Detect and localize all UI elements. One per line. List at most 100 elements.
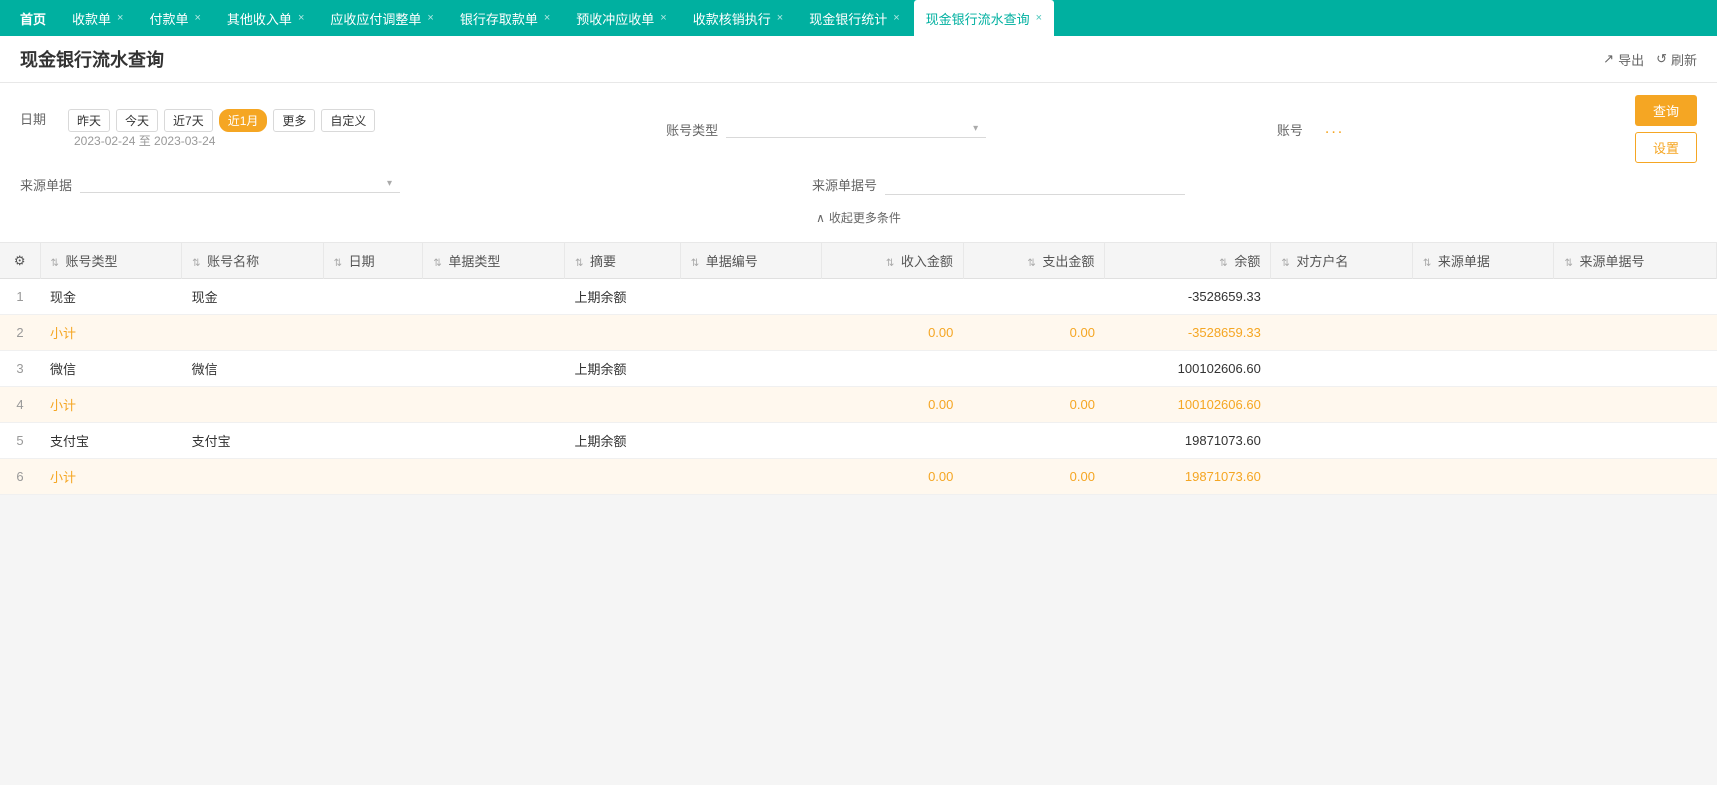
date-more-btn[interactable]: 更多 (273, 109, 315, 132)
td-voucher-no (680, 423, 822, 459)
td-source-voucher (1412, 351, 1554, 387)
header-row: ⚙ ⇅ 账号类型 ⇅ 账号名称 ⇅ 日期 ⇅ 单据类型 (0, 243, 1717, 279)
th-account-type[interactable]: ⇅ 账号类型 (40, 243, 182, 279)
nav-tab-fukuan[interactable]: 付款单 × (137, 0, 212, 36)
th-source-voucher-no[interactable]: ⇅ 来源单据号 (1554, 243, 1717, 279)
td-source-voucher (1412, 423, 1554, 459)
source-voucher-label: 来源单据 (20, 175, 72, 194)
td-income (822, 423, 964, 459)
nav-tab-adjustment[interactable]: 应收应付调整单 × (318, 0, 445, 36)
source-voucher-select[interactable]: ▾ (80, 175, 400, 193)
td-account-type: 支付宝 (40, 423, 182, 459)
nav-tab-bank-deposit[interactable]: 银行存取款单 × (448, 0, 562, 36)
account-label: 账号 (1277, 120, 1317, 139)
date-options: 昨天 今天 近7天 近1月 更多 自定义 (68, 109, 375, 132)
date-custom-btn[interactable]: 自定义 (321, 109, 375, 132)
close-icon[interactable]: × (427, 12, 433, 24)
table-row: 2小计0.000.00-3528659.33 (0, 315, 1717, 351)
close-icon[interactable]: × (777, 12, 783, 24)
nav-tab-other-income[interactable]: 其他收入单 × (215, 0, 316, 36)
td-account-name: 微信 (182, 351, 324, 387)
account-type-filter: 账号类型 ▾ (666, 120, 986, 139)
td-balance: -3528659.33 (1105, 315, 1271, 351)
query-button[interactable]: 查询 (1635, 95, 1697, 126)
date-filter: 日期 昨天 今天 近7天 近1月 更多 自定义 2023-02-24 至 202… (20, 109, 375, 149)
td-account-type: 小计 (40, 459, 182, 495)
sort-icon: ⇅ (334, 258, 342, 269)
td-income: 0.00 (822, 315, 964, 351)
th-date[interactable]: ⇅ 日期 (323, 243, 423, 279)
nav-tab-prepayment[interactable]: 预收冲应收单 × (564, 0, 678, 36)
chevron-down-icon: ▾ (387, 178, 392, 189)
date-label: 日期 (20, 109, 60, 128)
date-yesterday-btn[interactable]: 昨天 (68, 109, 110, 132)
date-7days-btn[interactable]: 近7天 (164, 109, 213, 132)
td-date (323, 351, 423, 387)
td-balance: -3528659.33 (1105, 279, 1271, 315)
sort-icon: ⇅ (51, 258, 59, 269)
td-account-type: 现金 (40, 279, 182, 315)
td-counterpart (1271, 315, 1413, 351)
td-account-name (182, 459, 324, 495)
close-icon[interactable]: × (1036, 12, 1042, 24)
sort-icon: ⇅ (886, 258, 894, 269)
table-row: 1现金现金上期余额-3528659.33 (0, 279, 1717, 315)
th-income[interactable]: ⇅ 收入金额 (822, 243, 964, 279)
td-voucher-type (423, 459, 565, 495)
td-summary (564, 459, 680, 495)
th-expense[interactable]: ⇅ 支出金额 (963, 243, 1105, 279)
source-voucher-no-input[interactable] (885, 173, 1185, 195)
settings-icon: ⚙ (14, 253, 26, 268)
date-today-btn[interactable]: 今天 (116, 109, 158, 132)
th-summary[interactable]: ⇅ 摘要 (564, 243, 680, 279)
table-header: ⚙ ⇅ 账号类型 ⇅ 账号名称 ⇅ 日期 ⇅ 单据类型 (0, 243, 1717, 279)
th-account-name[interactable]: ⇅ 账号名称 (182, 243, 324, 279)
td-account-name: 现金 (182, 279, 324, 315)
td-counterpart (1271, 459, 1413, 495)
th-voucher-no[interactable]: ⇅ 单据编号 (680, 243, 822, 279)
td-expense (963, 279, 1105, 315)
account-type-select[interactable]: ▾ (726, 120, 986, 138)
date-1month-btn[interactable]: 近1月 (219, 109, 268, 132)
filter-row-2: 来源单据 ▾ 来源单据号 (20, 173, 1697, 195)
nav-tab-shoukuan[interactable]: 收款单 × (60, 0, 135, 36)
td-account-type: 小计 (40, 387, 182, 423)
td-counterpart (1271, 351, 1413, 387)
collapse-icon: ∧ (816, 211, 825, 225)
th-voucher-type[interactable]: ⇅ 单据类型 (423, 243, 565, 279)
nav-home[interactable]: 首页 (8, 0, 58, 36)
td-date (323, 423, 423, 459)
th-source-voucher[interactable]: ⇅ 来源单据 (1412, 243, 1554, 279)
close-icon[interactable]: × (544, 12, 550, 24)
td-voucher-no (680, 387, 822, 423)
refresh-button[interactable]: ↺ 刷新 (1656, 50, 1697, 69)
account-type-label: 账号类型 (666, 120, 718, 139)
nav-tab-bank-stats[interactable]: 现金银行统计 × (797, 0, 911, 36)
close-icon[interactable]: × (660, 12, 666, 24)
th-balance[interactable]: ⇅ 余额 (1105, 243, 1271, 279)
sort-icon: ⇅ (1423, 258, 1431, 269)
td-row-no: 2 (0, 315, 40, 351)
close-icon[interactable]: × (298, 12, 304, 24)
th-counterpart[interactable]: ⇅ 对方户名 (1271, 243, 1413, 279)
th-settings[interactable]: ⚙ (0, 243, 40, 279)
td-account-type: 小计 (40, 315, 182, 351)
close-icon[interactable]: × (893, 12, 899, 24)
td-expense (963, 351, 1105, 387)
close-icon[interactable]: × (117, 12, 123, 24)
td-voucher-type (423, 279, 565, 315)
td-source-voucher-no (1554, 315, 1717, 351)
export-button[interactable]: ↗ 导出 (1603, 50, 1644, 69)
collapse-bar[interactable]: ∧ 收起更多条件 (20, 205, 1697, 230)
td-income: 0.00 (822, 387, 964, 423)
account-ellipsis-btn[interactable]: ... (1325, 120, 1344, 138)
nav-tab-bank-flow[interactable]: 现金银行流水查询 × (914, 0, 1054, 36)
sort-icon: ⇅ (433, 258, 441, 269)
td-voucher-type (423, 423, 565, 459)
sort-icon: ⇅ (1027, 258, 1035, 269)
nav-tab-collection[interactable]: 收款核销执行 × (681, 0, 795, 36)
td-balance: 19871073.60 (1105, 423, 1271, 459)
td-counterpart (1271, 279, 1413, 315)
close-icon[interactable]: × (194, 12, 200, 24)
settings-button[interactable]: 设置 (1635, 132, 1697, 163)
